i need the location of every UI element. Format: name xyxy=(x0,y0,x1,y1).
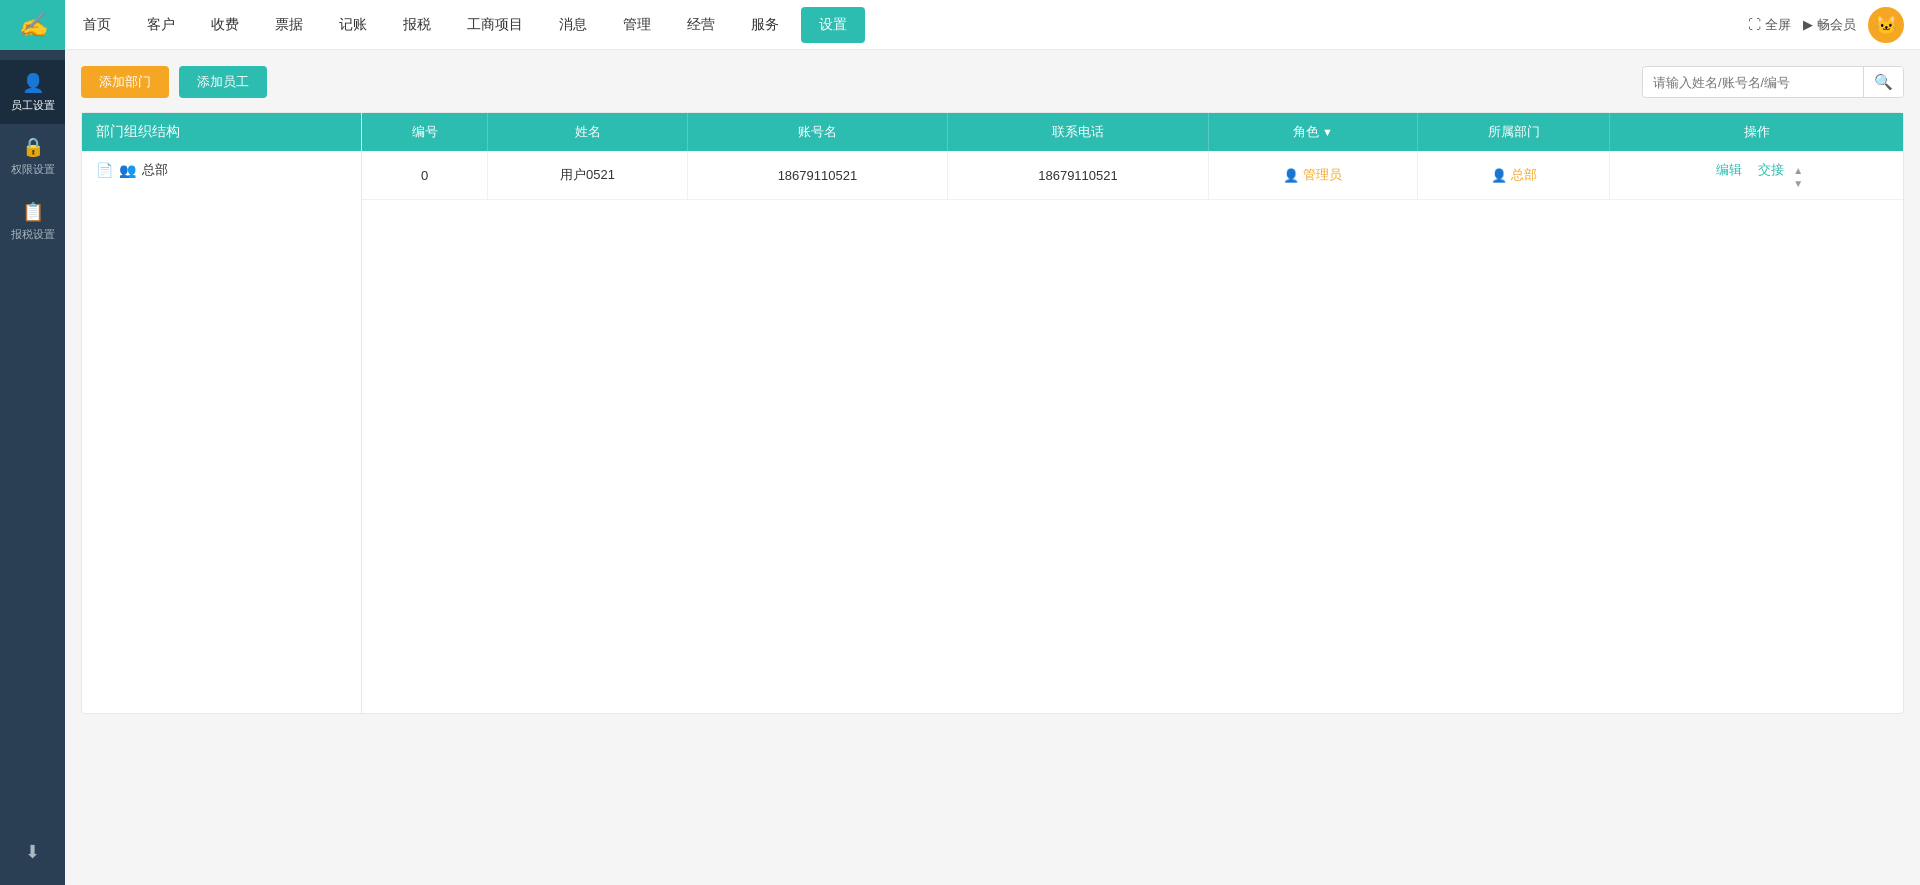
search-icon: 🔍 xyxy=(1874,73,1893,90)
role-user-icon: 👤 xyxy=(1283,168,1299,183)
sidebar-label-permission: 权限设置 xyxy=(11,162,55,176)
sidebar-item-employee[interactable]: 👤 员工设置 xyxy=(0,60,65,124)
role-filter: 角色 ▼ xyxy=(1293,123,1333,141)
sidebar-item-taxsettings[interactable]: 📋 报税设置 xyxy=(0,189,65,253)
add-dept-button[interactable]: 添加部门 xyxy=(81,66,169,98)
dept-user-icon: 👥 xyxy=(119,162,136,178)
content-area: 添加部门 添加员工 🔍 部门组织结构 📄 👥 总部 xyxy=(65,50,1920,885)
arrow-up-icon: ▲ xyxy=(1793,165,1803,176)
search-input[interactable] xyxy=(1643,69,1863,96)
nav-manage[interactable]: 管理 xyxy=(605,0,669,50)
main-layout: 👤 员工设置 🔒 权限设置 📋 报税设置 ⬇ 添加部门 添加员工 🔍 xyxy=(0,50,1920,885)
nav-home[interactable]: 首页 xyxy=(65,0,129,50)
sidebar-item-download[interactable]: ⬇ xyxy=(25,829,40,875)
toolbar: 添加部门 添加员工 🔍 xyxy=(81,66,1904,98)
vip-icon: ▶ xyxy=(1803,17,1813,32)
col-action: 操作 xyxy=(1610,113,1903,151)
role-badge: 👤 管理员 xyxy=(1283,166,1342,184)
nav-customer[interactable]: 客户 xyxy=(129,0,193,50)
logo-icon: ✍ xyxy=(18,11,48,39)
sidebar-label-employee: 员工设置 xyxy=(11,98,55,112)
fullscreen-label: 全屏 xyxy=(1765,16,1791,34)
cell-dept: 👤 总部 xyxy=(1418,151,1610,200)
permission-icon: 🔒 xyxy=(22,136,44,158)
nav-operation[interactable]: 经营 xyxy=(669,0,733,50)
dept-file-icon: 📄 xyxy=(96,162,113,178)
filter-icon: ▼ xyxy=(1322,126,1333,138)
nav-bills[interactable]: 票据 xyxy=(257,0,321,50)
sidebar-bottom: ⬇ xyxy=(25,829,40,885)
fullscreen-icon: ⛶ xyxy=(1748,17,1761,32)
employee-icon: 👤 xyxy=(22,72,44,94)
col-name: 姓名 xyxy=(488,113,687,151)
col-role-label: 角色 xyxy=(1293,123,1319,141)
add-emp-button[interactable]: 添加员工 xyxy=(179,66,267,98)
nav-message[interactable]: 消息 xyxy=(541,0,605,50)
sidebar-label-taxsettings: 报税设置 xyxy=(11,227,55,241)
transfer-link[interactable]: 交接 xyxy=(1758,162,1784,177)
nav-business[interactable]: 工商项目 xyxy=(449,0,541,50)
nav-tax[interactable]: 报税 xyxy=(385,0,449,50)
dept-badge: 👤 总部 xyxy=(1491,166,1537,184)
employee-panel: 编号 姓名 账号名 联系电话 角色 ▼ 所属部门 操作 xyxy=(362,113,1903,713)
fullscreen-button[interactable]: ⛶ 全屏 xyxy=(1748,16,1791,34)
employee-table: 编号 姓名 账号名 联系电话 角色 ▼ 所属部门 操作 xyxy=(362,113,1903,200)
role-text: 管理员 xyxy=(1303,166,1342,184)
nav-items: 首页 客户 收费 票据 记账 报税 工商项目 消息 管理 经营 服务 设置 xyxy=(65,0,1748,49)
nav-service[interactable]: 服务 xyxy=(733,0,797,50)
cell-role: 👤 管理员 xyxy=(1208,151,1417,200)
search-button[interactable]: 🔍 xyxy=(1863,67,1903,97)
arrow-down-icon: ▼ xyxy=(1793,178,1803,189)
scroll-arrows[interactable]: ▲ ▼ xyxy=(1793,165,1803,189)
dept-name: 总部 xyxy=(142,161,168,179)
download-icon: ⬇ xyxy=(25,841,40,863)
col-id: 编号 xyxy=(362,113,488,151)
col-phone: 联系电话 xyxy=(948,113,1209,151)
cell-phone: 18679110521 xyxy=(948,151,1209,200)
nav-accounting[interactable]: 记账 xyxy=(321,0,385,50)
vip-button[interactable]: ▶ 畅会员 xyxy=(1803,16,1856,34)
col-account: 账号名 xyxy=(687,113,948,151)
avatar-icon: 🐱 xyxy=(1875,14,1897,36)
vip-label: 畅会员 xyxy=(1817,16,1856,34)
edit-link[interactable]: 编辑 xyxy=(1716,162,1742,177)
table-header-row: 编号 姓名 账号名 联系电话 角色 ▼ 所属部门 操作 xyxy=(362,113,1903,151)
logo-area: ✍ xyxy=(0,0,65,50)
search-bar: 🔍 xyxy=(1642,66,1904,98)
col-role[interactable]: 角色 ▼ xyxy=(1208,113,1417,151)
sidebar-item-permission[interactable]: 🔒 权限设置 xyxy=(0,124,65,188)
nav-charge[interactable]: 收费 xyxy=(193,0,257,50)
dept-text: 总部 xyxy=(1511,166,1537,184)
dept-tree-item[interactable]: 📄 👥 总部 xyxy=(82,151,361,189)
col-dept: 所属部门 xyxy=(1418,113,1610,151)
panel-container: 部门组织结构 📄 👥 总部 编号 姓名 账号名 联系电话 xyxy=(81,112,1904,714)
cell-name: 用户0521 xyxy=(488,151,687,200)
user-avatar[interactable]: 🐱 xyxy=(1868,7,1904,43)
cell-id: 0 xyxy=(362,151,488,200)
dept-user-icon: 👤 xyxy=(1491,168,1507,183)
cell-action: 编辑 交接 ▲ ▼ xyxy=(1610,151,1903,200)
nav-settings[interactable]: 设置 xyxy=(801,7,865,43)
sidebar: 👤 员工设置 🔒 权限设置 📋 报税设置 ⬇ xyxy=(0,50,65,885)
table-row: 0 用户0521 18679110521 18679110521 👤 管理员 xyxy=(362,151,1903,200)
taxsettings-icon: 📋 xyxy=(22,201,44,223)
top-navigation: ✍ 首页 客户 收费 票据 记账 报税 工商项目 消息 管理 经营 服务 设置 … xyxy=(0,0,1920,50)
cell-account: 18679110521 xyxy=(687,151,948,200)
top-right-area: ⛶ 全屏 ▶ 畅会员 🐱 xyxy=(1748,7,1904,43)
dept-panel: 部门组织结构 📄 👥 总部 xyxy=(82,113,362,713)
dept-panel-header: 部门组织结构 xyxy=(82,113,361,151)
